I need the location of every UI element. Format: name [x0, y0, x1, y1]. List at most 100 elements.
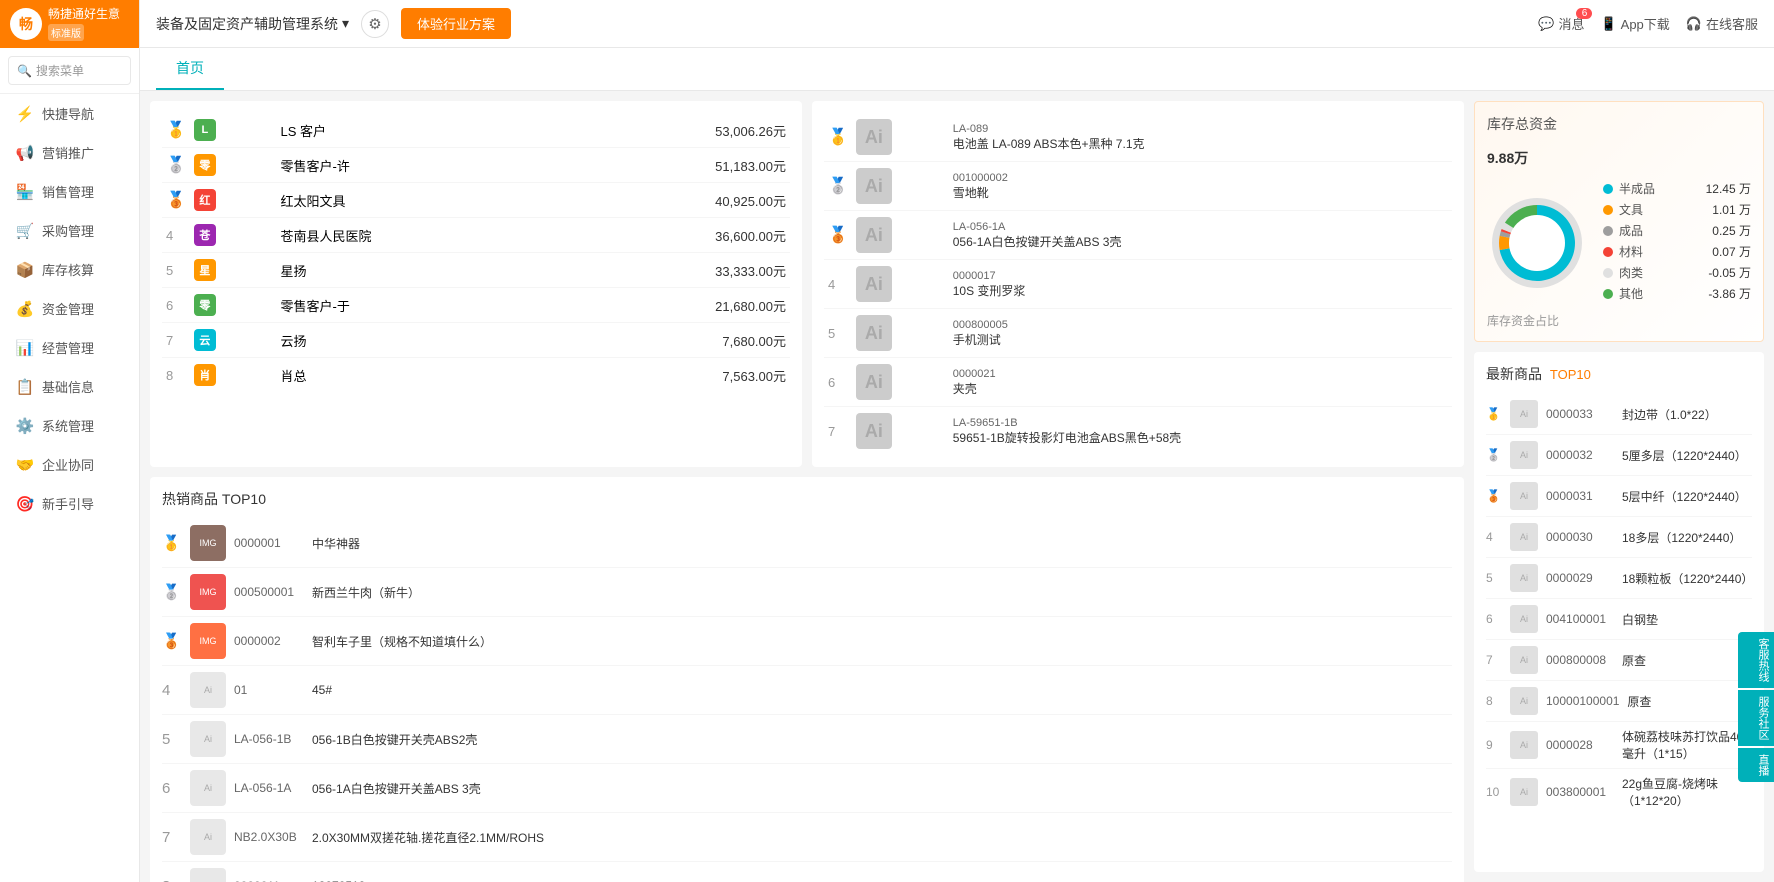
customer-badge: 苍 [194, 224, 216, 246]
legend-dot [1603, 205, 1613, 215]
rank-badge-cell: 红 [190, 183, 277, 218]
rank-number: 5 [162, 253, 190, 288]
product-code: 000800008 [1546, 653, 1614, 667]
mobile-icon: 📱 [1600, 16, 1616, 32]
system-selector[interactable]: 装备及固定资产辅助管理系统 ▾ [156, 14, 349, 34]
tab-home[interactable]: 首页 [156, 48, 224, 90]
rank-number: 6 [1486, 612, 1502, 626]
rank-number: 7 [162, 829, 182, 846]
legend-item: 肉类 -0.05 万 [1603, 264, 1751, 281]
customer-name: 云扬 [277, 323, 563, 358]
product-code: 01 [234, 683, 304, 697]
rank-number: 5 [824, 309, 852, 358]
inventory-icon: 📦 [16, 261, 34, 279]
app-download-button[interactable]: 📱 App下载 [1600, 14, 1669, 33]
product-name: 056-1B白色按键开关壳ABS2壳 [312, 731, 477, 748]
product-name: 5层中纤（1220*2440） [1622, 488, 1752, 505]
product-thumb: IMG [190, 525, 226, 561]
rank-number: 9 [1486, 738, 1502, 752]
sidebar-item-label: 营销推广 [42, 143, 94, 162]
hot-products-title: 热销商品 TOP10 [162, 489, 1452, 509]
product-thumb-cell: Ai [852, 407, 945, 456]
customer-badge: 零 [194, 154, 216, 176]
product-info: 0000017 10S 变刑罗浆 [945, 260, 1452, 309]
sidebar-item-finance[interactable]: 💰 资金管理 [0, 289, 139, 328]
system-icon: ⚙️ [16, 417, 34, 435]
headset-icon: 🎧 [1686, 16, 1702, 32]
customer-name: 零售客户-于 [277, 288, 563, 323]
legend-item: 文具 1.01 万 [1603, 201, 1751, 218]
product-name: 056-1A白色按键开关盖ABS 3壳 [312, 780, 481, 797]
rank-number: 6 [824, 358, 852, 407]
product-thumb: Ai [190, 770, 226, 806]
product-thumb-cell: Ai [852, 113, 945, 162]
sidebar-item-basic[interactable]: 📋 基础信息 [0, 367, 139, 406]
product-thumb-cell: Ai [852, 309, 945, 358]
product-thumb: Ai [1510, 731, 1538, 759]
customer-name: LS 客户 [277, 113, 563, 148]
sidebar-item-quick[interactable]: ⚡ 快捷导航 [0, 94, 139, 133]
rank-number: 🥇 [162, 534, 182, 552]
float-service-button[interactable]: 服务社区 [1738, 690, 1774, 746]
product-code: LA-056-1A [953, 221, 1448, 233]
float-service-button[interactable]: 客服热线 [1738, 632, 1774, 688]
product-thumb: Ai [856, 413, 892, 449]
sales-rank-row: 🥉 Ai LA-056-1A 056-1A白色按键开关盖ABS 3壳 [824, 211, 1452, 260]
search-menu-button[interactable]: 🔍 搜索菜单 [8, 56, 131, 85]
legend-dot [1603, 289, 1613, 299]
product-name: 白钢垫 [1622, 611, 1752, 628]
rank-badge-cell: 云 [190, 323, 277, 358]
system-name: 装备及固定资产辅助管理系统 [156, 14, 338, 34]
notifications-button[interactable]: 💬 消息 6 [1538, 14, 1584, 33]
sidebar-item-marketing[interactable]: 📢 营销推广 [0, 133, 139, 172]
sidebar-item-guide[interactable]: 🎯 新手引导 [0, 484, 139, 523]
product-thumb: Ai [1510, 441, 1538, 469]
product-thumb: Ai [1510, 778, 1538, 806]
legend-item: 材料 0.07 万 [1603, 243, 1751, 260]
product-info: LA-089 电池盖 LA-089 ABS本色+黑种 7.1克 [945, 113, 1452, 162]
panels-container: 🥇 L LS 客户 53,006.26元 🥈 零 零售客户-许 51,183.0… [140, 91, 1474, 882]
product-code: LA-056-1B [234, 732, 304, 746]
sidebar-item-label: 采购管理 [42, 221, 94, 240]
sidebar-item-system[interactable]: ⚙️ 系统管理 [0, 406, 139, 445]
trial-button[interactable]: 体验行业方案 [401, 8, 511, 39]
float-service-button[interactable]: 直播 [1738, 748, 1774, 782]
product-thumb: Ai [1510, 400, 1538, 428]
sidebar-item-enterprise[interactable]: 🤝 企业协同 [0, 445, 139, 484]
product-name: 夹壳 [953, 380, 1448, 397]
legend-item: 成品 0.25 万 [1603, 222, 1751, 239]
customer-rank-row: 4 苍 苍南县人民医院 36,600.00元 [162, 218, 790, 253]
product-thumb: Ai [1510, 564, 1538, 592]
product-code: NB2.0X30B [234, 830, 304, 844]
customer-rank-row: 🥈 零 零售客户-许 51,183.00元 [162, 148, 790, 183]
new-product-item: 🥉 Ai 0000031 5层中纤（1220*2440） [1486, 476, 1752, 517]
legend-label: 材料 [1619, 243, 1706, 260]
sidebar-item-label: 销售管理 [42, 182, 94, 201]
product-code: 001000002 [953, 172, 1448, 184]
product-name: 22g鱼豆腐-烧烤味（1*12*20） [1622, 775, 1752, 809]
sales-rank-row: 6 Ai 0000021 夹壳 [824, 358, 1452, 407]
settings-button[interactable]: ⚙ [361, 10, 389, 38]
sidebar-item-inventory[interactable]: 📦 库存核算 [0, 250, 139, 289]
sidebar-item-purchase[interactable]: 🛒 采购管理 [0, 211, 139, 250]
product-name: 10S 变刑罗浆 [953, 282, 1448, 299]
sales-rank-row: 4 Ai 0000017 10S 变刑罗浆 [824, 260, 1452, 309]
legend-item: 半成品 12.45 万 [1603, 180, 1751, 197]
customer-name: 苍南县人民医院 [277, 218, 563, 253]
hot-product-item: 6 Ai LA-056-1A 056-1A白色按键开关盖ABS 3壳 [162, 764, 1452, 813]
rank-number: 7 [1486, 653, 1502, 667]
legend-value: -0.05 万 [1708, 264, 1751, 281]
sales-rank-row: 7 Ai LA-59651-1B 59651-1B旋转投影灯电池盒ABS黑色+5… [824, 407, 1452, 456]
guide-icon: 🎯 [16, 495, 34, 513]
rank-number: 5 [162, 731, 182, 748]
sidebar-item-sales[interactable]: 🏪 销售管理 [0, 172, 139, 211]
online-service-button[interactable]: 🎧 在线客服 [1686, 14, 1758, 33]
sidebar-item-operation[interactable]: 📊 经营管理 [0, 328, 139, 367]
app-download-label: App下载 [1621, 14, 1670, 33]
product-thumb: Ai [856, 168, 892, 204]
customer-amount: 51,183.00元 [562, 148, 790, 183]
product-code: 0000002 [234, 634, 304, 648]
product-info: LA-59651-1B 59651-1B旋转投影灯电池盒ABS黑色+58壳 [945, 407, 1452, 456]
operation-icon: 📊 [16, 339, 34, 357]
product-thumb: Ai [856, 364, 892, 400]
